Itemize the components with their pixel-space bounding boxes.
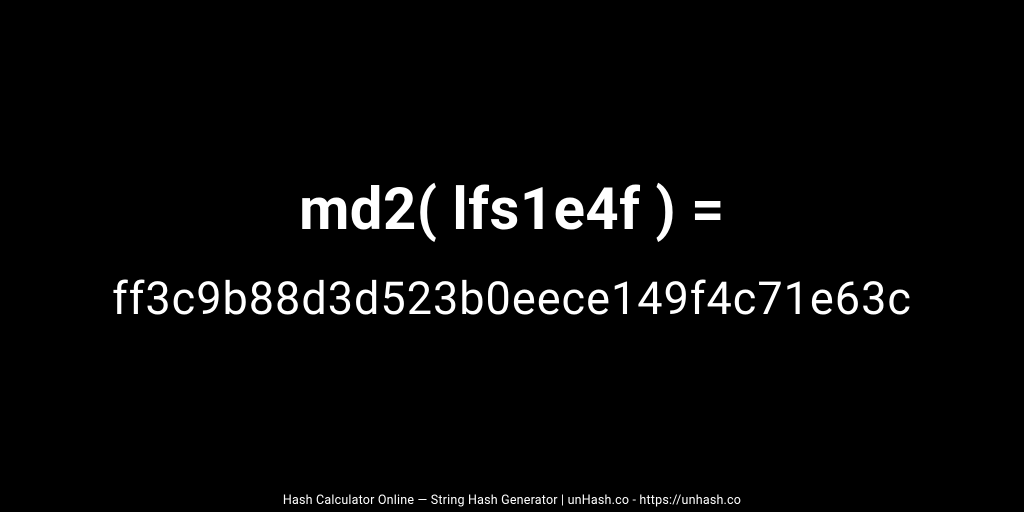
main-content: md2( lfs1e4f ) = ff3c9b88d3d523b0eece149… xyxy=(0,0,1024,506)
footer-bar: Hash Calculator Online — String Hash Gen… xyxy=(0,488,1024,512)
hash-expression: md2( lfs1e4f ) = xyxy=(299,176,725,244)
footer-text: Hash Calculator Online — String Hash Gen… xyxy=(283,493,741,508)
hash-result: ff3c9b88d3d523b0eece149f4c71e63c xyxy=(112,272,912,325)
